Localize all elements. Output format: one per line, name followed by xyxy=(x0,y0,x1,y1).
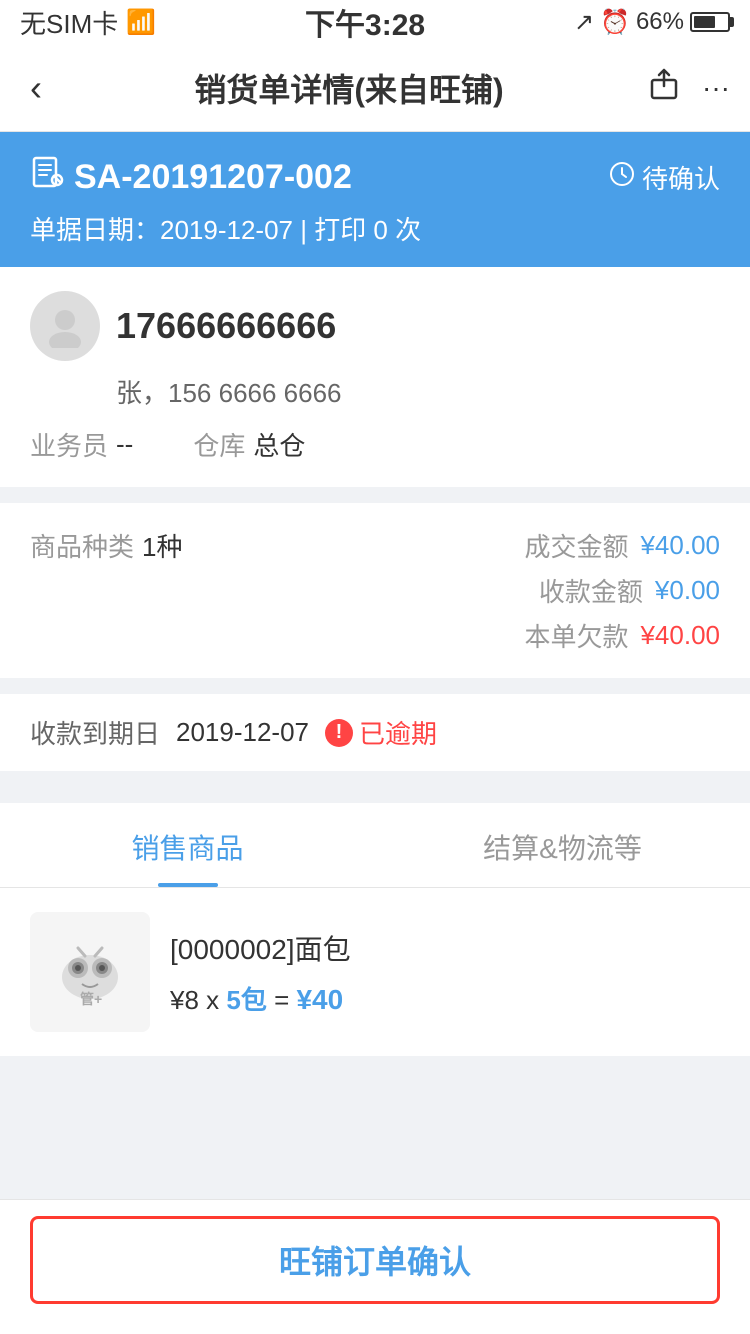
tabs-container: 销售商品 结算&物流等 xyxy=(0,803,750,888)
sales-label: 业务员 xyxy=(30,426,108,463)
order-header-card: SA-20191207-002 待确认 单据日期：2019-12-07 | 打印… xyxy=(0,132,750,267)
price-total: ¥40 xyxy=(296,984,343,1015)
order-id-area: SA-20191207-002 xyxy=(30,156,352,198)
customer-meta: 业务员 -- 仓库 总仓 xyxy=(30,426,720,463)
battery-indicator xyxy=(690,12,730,32)
confirm-order-button[interactable]: 旺铺订单确认 xyxy=(30,1216,720,1304)
tab-products[interactable]: 销售商品 xyxy=(0,803,375,887)
owed-label: 本单欠款 xyxy=(524,617,628,654)
received-row: 收款金额 ¥0.00 xyxy=(539,572,720,609)
location-icon: ↗ xyxy=(574,8,594,37)
product-logo: 管+ xyxy=(50,932,130,1012)
amount-row: 成交金额 ¥40.00 xyxy=(524,527,720,564)
table-row: 管+ [0000002]面包 ¥8 x 5包 = ¥40 xyxy=(0,888,750,1056)
sales-value: -- xyxy=(116,429,133,460)
status-left: 无SIM卡 📶 xyxy=(20,4,156,41)
page-title: 销货单详情(来自旺铺) xyxy=(52,65,646,111)
status-bar: 无SIM卡 📶 下午3:28 ↗ ⏰ 66% xyxy=(0,0,750,44)
product-info: [0000002]面包 ¥8 x 5包 = ¥40 xyxy=(170,928,720,1017)
product-thumbnail: 管+ xyxy=(30,912,150,1032)
amount-label: 成交金额 xyxy=(524,527,628,564)
order-doc-icon xyxy=(30,156,64,198)
bottom-bar: 旺铺订单确认 xyxy=(0,1199,750,1334)
battery-text: 66% xyxy=(636,8,684,36)
battery-fill xyxy=(694,16,715,28)
due-label: 收款到期日 xyxy=(30,714,160,751)
clock-icon xyxy=(608,160,636,195)
amount-value: ¥40.00 xyxy=(640,530,720,561)
order-date-text: 单据日期：2019-12-07 | 打印 0 次 xyxy=(30,210,720,247)
nav-actions: ··· xyxy=(646,66,730,109)
overdue-text: 已逾期 xyxy=(359,714,437,751)
product-kind-label: 商品种类 xyxy=(30,527,134,564)
more-button[interactable]: ··· xyxy=(702,72,730,104)
summary-row: 商品种类 1种 成交金额 ¥40.00 收款金额 ¥0.00 本单欠款 ¥40.… xyxy=(30,527,720,654)
divider-3 xyxy=(0,771,750,787)
warehouse-label: 仓库 xyxy=(193,426,245,463)
due-date-value: 2019-12-07 xyxy=(176,717,309,748)
product-kind-value: 1种 xyxy=(142,527,182,564)
back-button[interactable]: ‹ xyxy=(20,57,52,119)
customer-phone: 17666666666 xyxy=(116,305,336,347)
received-label: 收款金额 xyxy=(539,572,643,609)
product-price: ¥8 x 5包 = ¥40 xyxy=(170,980,720,1017)
tab-settlement[interactable]: 结算&物流等 xyxy=(375,803,750,887)
sales-item: 业务员 -- xyxy=(30,426,133,463)
product-kind-area: 商品种类 1种 xyxy=(30,527,182,564)
nav-bar: ‹ 销货单详情(来自旺铺) ··· xyxy=(0,44,750,132)
status-text: 待确认 xyxy=(642,159,720,196)
summary-card: 商品种类 1种 成交金额 ¥40.00 收款金额 ¥0.00 本单欠款 ¥40.… xyxy=(0,503,750,678)
svg-text:管+: 管+ xyxy=(80,991,102,1007)
amounts-area: 成交金额 ¥40.00 收款金额 ¥0.00 本单欠款 ¥40.00 xyxy=(524,527,720,654)
customer-card: 17666666666 张，156 6666 6666 业务员 -- 仓库 总仓 xyxy=(0,267,750,487)
time-display: 下午3:28 xyxy=(305,0,425,44)
price-unit: ¥8 x xyxy=(170,985,226,1015)
customer-top: 17666666666 xyxy=(30,291,720,361)
price-qty: 5包 xyxy=(226,985,266,1015)
customer-name: 张，156 6666 6666 xyxy=(30,373,720,410)
order-header-top: SA-20191207-002 待确认 xyxy=(30,156,720,198)
order-id-text: SA-20191207-002 xyxy=(74,158,352,197)
product-list: 管+ [0000002]面包 ¥8 x 5包 = ¥40 xyxy=(0,888,750,1056)
product-name: [0000002]面包 xyxy=(170,928,720,968)
due-date-card: 收款到期日 2019-12-07 ! 已逾期 xyxy=(0,694,750,771)
alarm-icon: ⏰ xyxy=(600,8,630,37)
wifi-icon: 📶 xyxy=(126,8,156,37)
divider-1 xyxy=(0,487,750,503)
avatar xyxy=(30,291,100,361)
overdue-badge: ! 已逾期 xyxy=(325,714,437,751)
warehouse-item: 仓库 总仓 xyxy=(193,426,305,463)
owed-row: 本单欠款 ¥40.00 xyxy=(524,617,720,654)
share-button[interactable] xyxy=(646,66,682,109)
carrier-text: 无SIM卡 xyxy=(20,4,118,41)
owed-value: ¥40.00 xyxy=(640,620,720,651)
price-equals: = xyxy=(267,985,297,1015)
warehouse-value: 总仓 xyxy=(253,426,305,463)
received-value: ¥0.00 xyxy=(655,575,720,606)
order-status: 待确认 xyxy=(608,159,720,196)
status-right: ↗ ⏰ 66% xyxy=(574,8,730,37)
overdue-icon: ! xyxy=(325,719,353,747)
divider-2 xyxy=(0,678,750,694)
